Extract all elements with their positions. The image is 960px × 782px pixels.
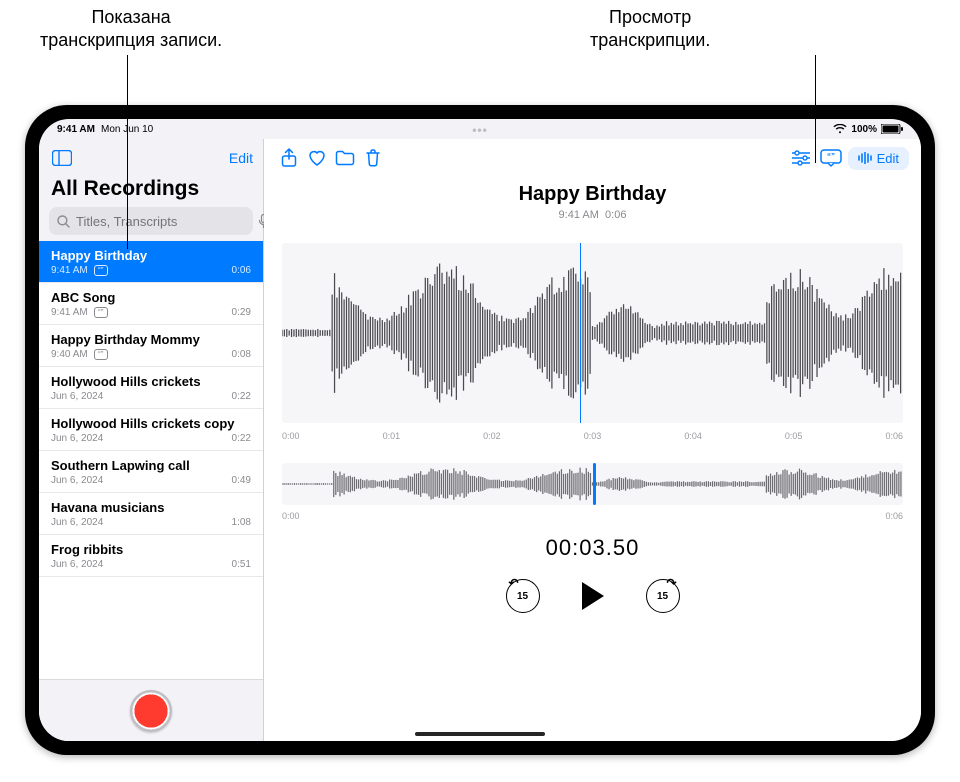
recording-item-time: Jun 6, 2024 [51, 517, 103, 528]
sidebar-title: All Recordings [39, 175, 263, 207]
battery-pct: 100% [851, 124, 877, 135]
recording-item-duration: 0:06 [232, 265, 251, 276]
playback-controls: ↶15 ↷15 [264, 579, 921, 613]
transcript-badge-icon: “” [94, 265, 108, 276]
recording-item-time: 9:41 AM [51, 307, 88, 318]
recording-item[interactable]: Frog ribbits Jun 6, 2024 0:51 [39, 535, 263, 577]
playhead[interactable] [580, 243, 581, 423]
recording-item-duration: 0:22 [232, 391, 251, 402]
recording-item-duration: 0:22 [232, 433, 251, 444]
callout-right: Просмотр транскрипции. [590, 6, 710, 51]
recording-item[interactable]: Havana musicians Jun 6, 2024 1:08 [39, 493, 263, 535]
ruler-tick: 0:05 [785, 431, 803, 441]
recording-item-title: ABC Song [51, 290, 251, 305]
recording-item-time: Jun 6, 2024 [51, 433, 103, 444]
sidebar-toggle-button[interactable] [49, 145, 75, 171]
recording-item[interactable]: Southern Lapwing call Jun 6, 2024 0:49 [39, 451, 263, 493]
recording-item-title: Hollywood Hills crickets copy [51, 416, 251, 431]
sidebar: Edit All Recordings Happy Birthday 9:41 A… [39, 139, 264, 741]
search-field[interactable] [49, 207, 253, 235]
record-bar [39, 679, 263, 741]
recording-item-time: Jun 6, 2024 [51, 391, 103, 402]
delete-button[interactable] [360, 145, 386, 171]
recording-item-title: Havana musicians [51, 500, 251, 515]
recording-item[interactable]: Hollywood Hills crickets Jun 6, 2024 0:22 [39, 367, 263, 409]
transcript-badge-icon: “” [94, 349, 108, 360]
recording-subtitle: 9:41 AM 0:06 [264, 209, 921, 221]
recording-item[interactable]: ABC Song 9:41 AM “” 0:29 [39, 283, 263, 325]
status-time: 9:41 AM [57, 124, 95, 135]
overview-start: 0:00 [282, 511, 300, 521]
record-button[interactable] [130, 690, 172, 732]
recording-item-duration: 1:08 [232, 517, 251, 528]
time-ruler: 0:00 0:01 0:02 0:03 0:04 0:05 0:06 [264, 431, 921, 441]
recording-item-duration: 0:49 [232, 475, 251, 486]
skip-back-button[interactable]: ↶15 [506, 579, 540, 613]
recording-title[interactable]: Happy Birthday [264, 183, 921, 206]
recording-item-title: Happy Birthday Mommy [51, 332, 251, 347]
edit-recording-label: Edit [877, 151, 899, 166]
status-date: Mon Jun 10 [101, 124, 153, 135]
ruler-tick: 0:04 [684, 431, 702, 441]
recording-item-time: Jun 6, 2024 [51, 475, 103, 486]
overview-playhead[interactable] [593, 463, 596, 505]
ruler-tick: 0:02 [483, 431, 501, 441]
waveform-large[interactable] [282, 243, 903, 423]
recording-item-duration: 0:08 [232, 349, 251, 360]
sidebar-edit-button[interactable]: Edit [229, 150, 253, 166]
recording-item[interactable]: Hollywood Hills crickets copy Jun 6, 2024… [39, 409, 263, 451]
recording-item-duration: 0:29 [232, 307, 251, 318]
recording-item-duration: 0:51 [232, 559, 251, 570]
transcript-badge-icon: “” [94, 307, 108, 318]
transcription-button[interactable]: “” [818, 145, 844, 171]
recording-item-time: 9:41 AM [51, 265, 88, 276]
recordings-list[interactable]: Happy Birthday 9:41 AM “” 0:06 ABC Song 9:41 … [39, 241, 263, 679]
ruler-tick: 0:03 [584, 431, 602, 441]
screen: 9:41 AM Mon Jun 10 ••• 100% [39, 119, 921, 741]
ruler-tick: 0:00 [282, 431, 300, 441]
ruler-tick: 0:01 [383, 431, 401, 441]
ruler-tick: 0:06 [885, 431, 903, 441]
waveform-overview[interactable] [282, 463, 903, 505]
home-indicator[interactable] [415, 732, 545, 736]
search-input[interactable] [76, 214, 252, 229]
status-bar: 9:41 AM Mon Jun 10 ••• 100% [39, 119, 921, 139]
edit-recording-button[interactable]: Edit [848, 147, 909, 170]
recording-item-time: 9:40 AM [51, 349, 88, 360]
recording-item-time: Jun 6, 2024 [51, 559, 103, 570]
callout-left: Показана транскрипция записи. [40, 6, 222, 51]
svg-text:“”: “” [827, 152, 835, 161]
recording-item-title: Happy Birthday [51, 248, 251, 263]
search-icon [57, 215, 70, 228]
wifi-icon [833, 124, 847, 134]
ipad-frame: 9:41 AM Mon Jun 10 ••• 100% [25, 105, 935, 755]
share-button[interactable] [276, 145, 302, 171]
play-button[interactable] [582, 582, 604, 610]
playback-settings-button[interactable] [788, 145, 814, 171]
favorite-button[interactable] [304, 145, 330, 171]
detail-pane: “” Edit Happy Birthday 9:41 AM 0:06 [264, 139, 921, 741]
recording-item-title: Southern Lapwing call [51, 458, 251, 473]
recording-item-title: Frog ribbits [51, 542, 251, 557]
elapsed-time: 00:03.50 [264, 535, 921, 561]
skip-forward-button[interactable]: ↷15 [646, 579, 680, 613]
recording-item[interactable]: Happy Birthday 9:41 AM “” 0:06 [39, 241, 263, 283]
move-to-folder-button[interactable] [332, 145, 358, 171]
multitask-dots[interactable]: ••• [472, 123, 488, 137]
battery-icon [881, 124, 903, 134]
recording-item-title: Hollywood Hills crickets [51, 374, 251, 389]
overview-end: 0:06 [885, 511, 903, 521]
waveform-icon [858, 152, 872, 164]
recording-item[interactable]: Happy Birthday Mommy 9:40 AM “” 0:08 [39, 325, 263, 367]
